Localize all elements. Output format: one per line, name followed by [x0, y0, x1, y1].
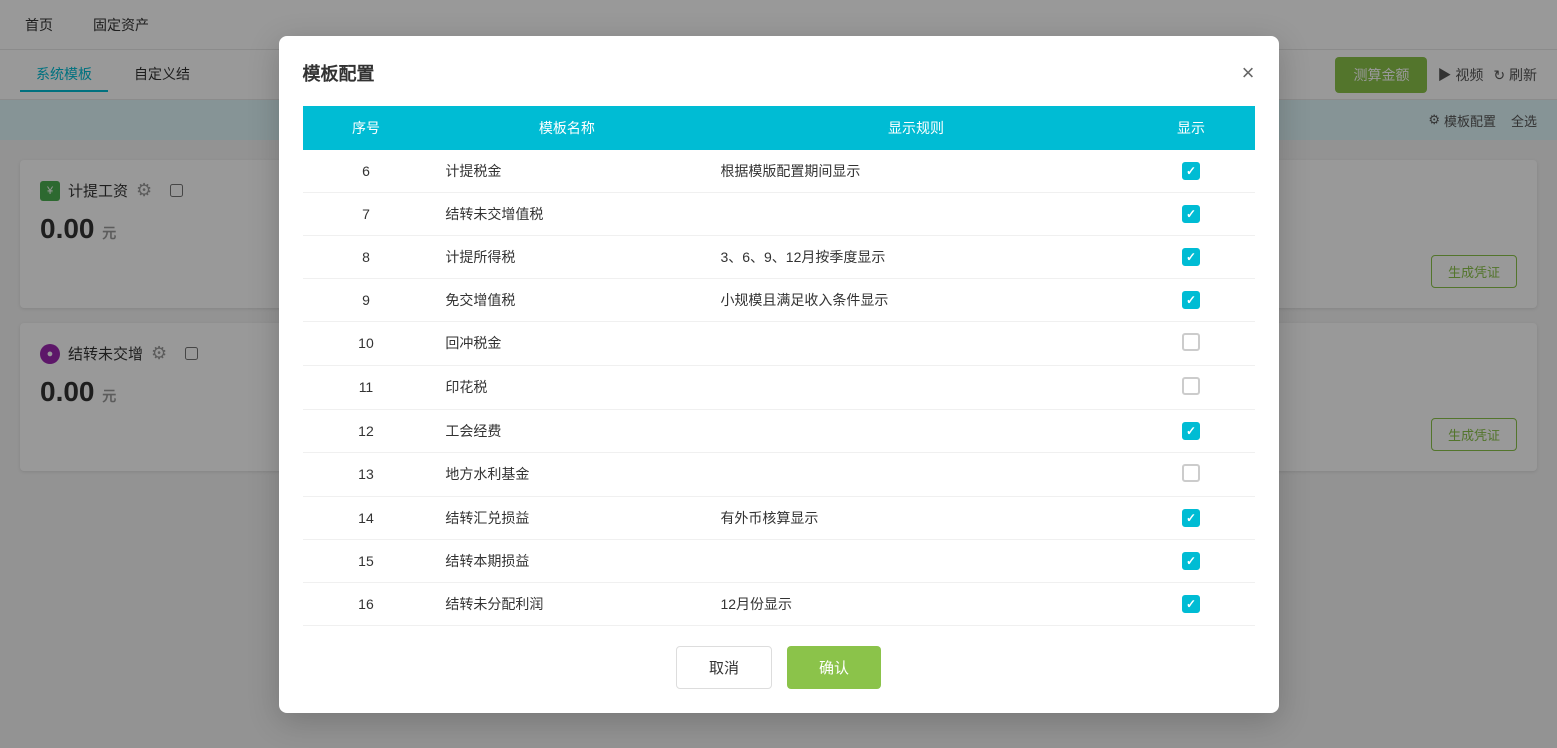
cell-seq: 12	[303, 409, 430, 452]
cell-seq: 11	[303, 365, 430, 409]
cell-seq: 14	[303, 496, 430, 539]
cell-display[interactable]	[1128, 235, 1255, 278]
table-body: 6计提税金根据模版配置期间显示7结转未交增值税8计提所得税3、6、9、12月按季…	[303, 150, 1255, 626]
cell-seq: 9	[303, 278, 430, 321]
cell-display[interactable]	[1128, 321, 1255, 365]
cell-seq: 16	[303, 582, 430, 625]
cell-seq: 10	[303, 321, 430, 365]
table-row: 11印花税	[303, 365, 1255, 409]
table-row: 7结转未交增值税	[303, 192, 1255, 235]
cell-name: 免交增值税	[429, 278, 704, 321]
cell-display[interactable]	[1128, 192, 1255, 235]
cell-name: 结转未分配利润	[429, 582, 704, 625]
cell-name: 地方水利基金	[429, 452, 704, 496]
cell-seq: 15	[303, 539, 430, 582]
modal-footer: 取消 确认	[303, 646, 1255, 689]
cell-rule	[704, 365, 1127, 409]
cell-rule	[704, 321, 1127, 365]
modal-confirm-button[interactable]: 确认	[787, 646, 881, 689]
cell-name: 结转本期损益	[429, 539, 704, 582]
cell-name: 工会经费	[429, 409, 704, 452]
display-checkbox[interactable]	[1182, 248, 1200, 266]
modal-overlay: 模板配置 × 序号 模板名称 显示规则 显示 6计提税金根据模版配置期间显示7结…	[0, 0, 1557, 748]
cell-display[interactable]	[1128, 278, 1255, 321]
cell-seq: 13	[303, 452, 430, 496]
col-header-name: 模板名称	[429, 106, 704, 150]
table-row: 15结转本期损益	[303, 539, 1255, 582]
col-header-rule: 显示规则	[704, 106, 1127, 150]
cell-name: 计提所得税	[429, 235, 704, 278]
cell-rule	[704, 539, 1127, 582]
cell-seq: 6	[303, 150, 430, 193]
cell-display[interactable]	[1128, 539, 1255, 582]
cell-display[interactable]	[1128, 409, 1255, 452]
cell-rule	[704, 409, 1127, 452]
cell-name: 印花税	[429, 365, 704, 409]
cell-seq: 7	[303, 192, 430, 235]
cell-display[interactable]	[1128, 150, 1255, 193]
cell-rule: 12月份显示	[704, 582, 1127, 625]
cell-display[interactable]	[1128, 365, 1255, 409]
display-checkbox[interactable]	[1182, 333, 1200, 351]
display-checkbox[interactable]	[1182, 552, 1200, 570]
cell-display[interactable]	[1128, 452, 1255, 496]
table-row: 10回冲税金	[303, 321, 1255, 365]
cell-name: 结转未交增值税	[429, 192, 704, 235]
cell-rule: 3、6、9、12月按季度显示	[704, 235, 1127, 278]
modal-close-button[interactable]: ×	[1242, 62, 1255, 84]
col-header-display: 显示	[1128, 106, 1255, 150]
cell-seq: 8	[303, 235, 430, 278]
cell-display[interactable]	[1128, 496, 1255, 539]
config-table: 序号 模板名称 显示规则 显示 6计提税金根据模版配置期间显示7结转未交增值税8…	[303, 106, 1255, 626]
display-checkbox[interactable]	[1182, 162, 1200, 180]
display-checkbox[interactable]	[1182, 464, 1200, 482]
modal-template-config: 模板配置 × 序号 模板名称 显示规则 显示 6计提税金根据模版配置期间显示7结…	[279, 36, 1279, 713]
table-row: 6计提税金根据模版配置期间显示	[303, 150, 1255, 193]
modal-title: 模板配置	[303, 60, 375, 86]
table-row: 16结转未分配利润12月份显示	[303, 582, 1255, 625]
table-row: 12工会经费	[303, 409, 1255, 452]
table-row: 13地方水利基金	[303, 452, 1255, 496]
table-row: 8计提所得税3、6、9、12月按季度显示	[303, 235, 1255, 278]
display-checkbox[interactable]	[1182, 595, 1200, 613]
modal-header: 模板配置 ×	[303, 60, 1255, 86]
table-header-row: 序号 模板名称 显示规则 显示	[303, 106, 1255, 150]
cell-name: 计提税金	[429, 150, 704, 193]
cell-rule: 小规模且满足收入条件显示	[704, 278, 1127, 321]
cell-name: 结转汇兑损益	[429, 496, 704, 539]
cell-rule: 有外币核算显示	[704, 496, 1127, 539]
cell-rule: 根据模版配置期间显示	[704, 150, 1127, 193]
cell-rule	[704, 452, 1127, 496]
cell-rule	[704, 192, 1127, 235]
modal-cancel-button[interactable]: 取消	[676, 646, 772, 689]
cell-name: 回冲税金	[429, 321, 704, 365]
display-checkbox[interactable]	[1182, 377, 1200, 395]
col-header-seq: 序号	[303, 106, 430, 150]
table-row: 9免交增值税小规模且满足收入条件显示	[303, 278, 1255, 321]
display-checkbox[interactable]	[1182, 422, 1200, 440]
display-checkbox[interactable]	[1182, 205, 1200, 223]
table-row: 14结转汇兑损益有外币核算显示	[303, 496, 1255, 539]
modal-table-scroll[interactable]: 序号 模板名称 显示规则 显示 6计提税金根据模版配置期间显示7结转未交增值税8…	[303, 106, 1255, 626]
display-checkbox[interactable]	[1182, 509, 1200, 527]
cell-display[interactable]	[1128, 582, 1255, 625]
display-checkbox[interactable]	[1182, 291, 1200, 309]
